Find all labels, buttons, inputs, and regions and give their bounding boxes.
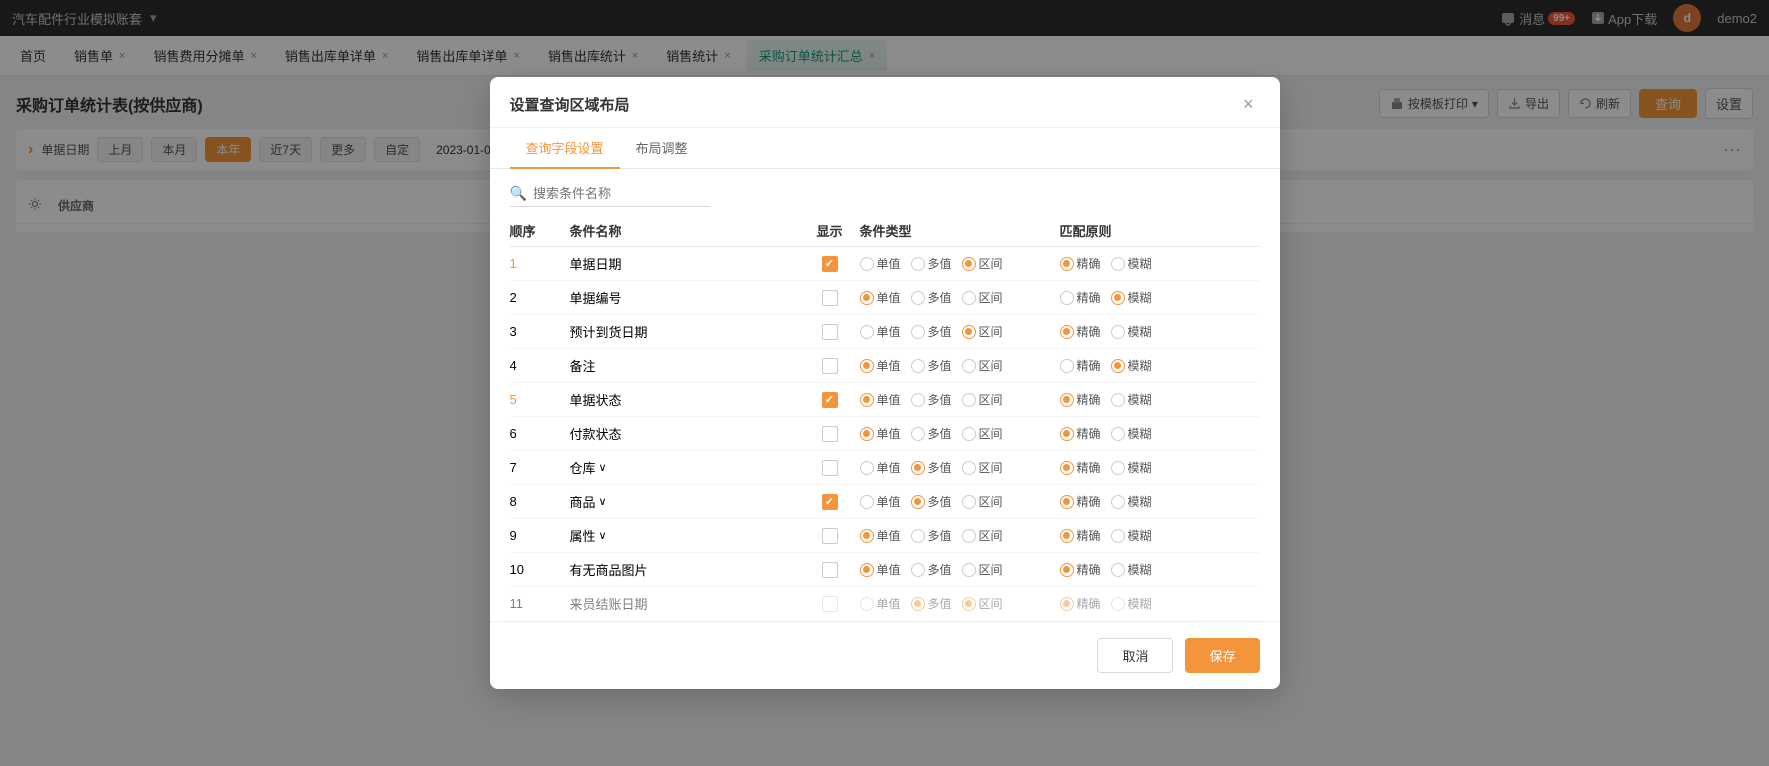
row7-checkbox[interactable] — [822, 460, 838, 476]
row2-match-rule: 精确 模糊 — [1060, 289, 1260, 306]
row2-display-checkbox[interactable] — [822, 290, 838, 306]
search-input[interactable] — [533, 186, 710, 201]
dialog-tab-query-fields[interactable]: 查询字段设置 — [510, 128, 620, 169]
dialog-tab-bar: 查询字段设置 布局调整 — [490, 128, 1280, 169]
dialog-tab-query-fields-label: 查询字段设置 — [526, 141, 604, 156]
th-display: 显示 — [800, 221, 860, 240]
row1-order: 1 — [510, 256, 570, 271]
table-row: 10 有无商品图片 单值 多值 区间 精确 模糊 — [510, 553, 1260, 587]
row1-match-rule: 精确 模糊 — [1060, 255, 1260, 272]
table-row: 8 商品 ∨ 单值 多值 区间 精确 模糊 — [510, 485, 1260, 519]
row1-multi-radio[interactable] — [911, 257, 925, 271]
dialog-table-header: 顺序 条件名称 显示 条件类型 匹配原则 — [510, 215, 1260, 247]
row6-checkbox[interactable] — [822, 426, 838, 442]
table-row: 7 仓库 ∨ 单值 多值 区间 精确 模糊 — [510, 451, 1260, 485]
row1-exact[interactable]: 精确 — [1060, 255, 1101, 272]
search-icon: 🔍 — [510, 185, 527, 202]
search-box: 🔍 — [510, 181, 710, 207]
settings-dialog: 设置查询区域布局 × 查询字段设置 布局调整 🔍 顺序 条件名称 — [490, 77, 1280, 689]
table-row: 2 单据编号 单值 多值 区间 精确 模糊 — [510, 281, 1260, 315]
row8-checkbox[interactable] — [822, 494, 838, 510]
row1-display[interactable] — [800, 256, 860, 272]
row1-single-radio[interactable] — [860, 257, 874, 271]
row1-condition-type: 单值 多值 区间 — [860, 255, 1060, 272]
table-row: 9 属性 ∨ 单值 多值 区间 精确 模糊 — [510, 519, 1260, 553]
dialog-title: 设置查询区域布局 — [510, 94, 630, 115]
table-row: 3 预计到货日期 单值 多值 区间 精确 模糊 — [510, 315, 1260, 349]
cancel-button[interactable]: 取消 — [1097, 638, 1173, 673]
th-match-rule: 匹配原则 — [1060, 221, 1260, 240]
row3-checkbox[interactable] — [822, 324, 838, 340]
dialog-close-button[interactable]: × — [1237, 93, 1260, 115]
row1-fuzzy[interactable]: 模糊 — [1111, 255, 1152, 272]
row1-type-group: 单值 多值 区间 — [860, 255, 1003, 272]
row1-display-checkbox[interactable] — [822, 256, 838, 272]
dialog-tab-layout-adjust-label: 布局调整 — [636, 141, 688, 156]
row1-rule-group: 精确 模糊 — [1060, 255, 1152, 272]
th-condition-type: 条件类型 — [860, 221, 1060, 240]
table-row: 11 来员结账日期 单值 多值 区间 精确 模糊 — [510, 587, 1260, 621]
dialog-tab-layout-adjust[interactable]: 布局调整 — [620, 128, 704, 169]
row1-single[interactable]: 单值 — [860, 255, 901, 272]
row11-checkbox[interactable] — [822, 596, 838, 612]
row1-name: 单据日期 — [570, 254, 800, 273]
th-name: 条件名称 — [570, 221, 800, 240]
row1-range[interactable]: 区间 — [962, 255, 1003, 272]
modal-overlay: 设置查询区域布局 × 查询字段设置 布局调整 🔍 顺序 条件名称 — [0, 0, 1769, 766]
row2-condition-type: 单值 多值 区间 — [860, 289, 1060, 306]
save-button[interactable]: 保存 — [1185, 638, 1259, 673]
dialog-search-area: 🔍 — [490, 169, 1280, 215]
dialog-header: 设置查询区域布局 × — [490, 77, 1280, 128]
table-row: 6 付款状态 单值 多值 区间 精确 模糊 — [510, 417, 1260, 451]
row1-fuzzy-radio[interactable] — [1111, 257, 1125, 271]
table-row: 4 备注 单值 多值 区间 精确 模糊 — [510, 349, 1260, 383]
row2-name: 单据编号 — [570, 288, 800, 307]
dialog-table: 顺序 条件名称 显示 条件类型 匹配原则 1 单据日期 单值 — [490, 215, 1280, 621]
table-row: 5 单据状态 单值 多值 区间 精确 模糊 — [510, 383, 1260, 417]
row1-exact-radio[interactable] — [1060, 257, 1074, 271]
row1-multi[interactable]: 多值 — [911, 255, 952, 272]
th-order: 顺序 — [510, 221, 570, 240]
row4-checkbox[interactable] — [822, 358, 838, 374]
row1-range-radio[interactable] — [962, 257, 976, 271]
row10-checkbox[interactable] — [822, 562, 838, 578]
row2-display[interactable] — [800, 290, 860, 306]
row5-checkbox[interactable] — [822, 392, 838, 408]
dialog-footer: 取消 保存 — [490, 621, 1280, 689]
row9-checkbox[interactable] — [822, 528, 838, 544]
row2-order: 2 — [510, 290, 570, 305]
table-row: 1 单据日期 单值 多值 — [510, 247, 1260, 281]
